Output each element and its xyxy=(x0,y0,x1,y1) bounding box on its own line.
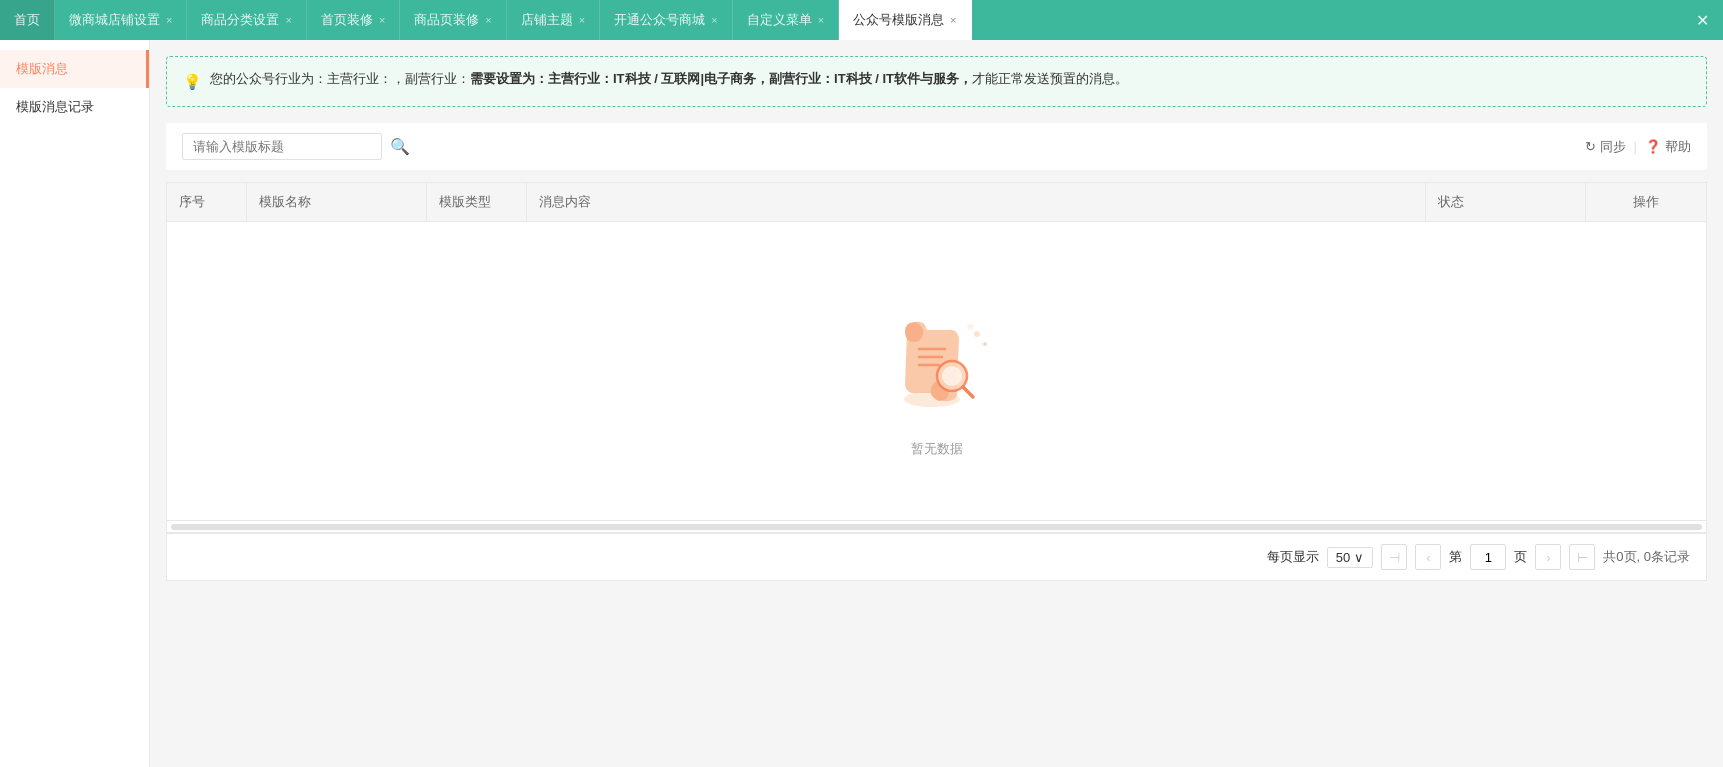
nav-tab-theme[interactable]: 店铺主题 × xyxy=(507,0,600,40)
table-header: 序号 模版名称 模版类型 消息内容 状态 操作 xyxy=(166,182,1707,221)
nav-tab-label: 开通公众号商城 xyxy=(614,11,705,29)
notice-box: 💡 您的公众号行业为：主营行业：，副营行业：需要设置为：主营行业：IT科技 / … xyxy=(166,56,1707,107)
nav-tab-label: 商品分类设置 xyxy=(201,11,279,29)
pagination: 每页显示 50 ∨ ⊣ ‹ 第 页 › ⊢ 共0页, 0条记录 xyxy=(166,533,1707,581)
nav-tab-close-homepage[interactable]: × xyxy=(379,15,385,26)
sync-icon: ↻ xyxy=(1585,139,1596,154)
page-label-post: 页 xyxy=(1514,548,1527,566)
nav-tab-close-theme[interactable]: × xyxy=(579,15,585,26)
help-icon: ❓ xyxy=(1645,139,1661,154)
search-left: 🔍 xyxy=(182,133,410,160)
nav-tab-close-custommenu[interactable]: × xyxy=(818,15,824,26)
top-nav: 首页微商城店铺设置×商品分类设置×首页装修×商品页装修×店铺主题×开通公众号商城… xyxy=(0,0,1723,40)
search-input[interactable] xyxy=(182,133,382,160)
search-button[interactable]: 🔍 xyxy=(390,137,410,156)
nav-tab-label: 自定义菜单 xyxy=(747,11,812,29)
sidebar: 模版消息模版消息记录 xyxy=(0,40,150,767)
nav-tab-close-product[interactable]: × xyxy=(485,15,491,26)
page-size-label: 每页显示 xyxy=(1267,548,1319,566)
search-right: ↻ 同步 | ❓ 帮助 xyxy=(1585,138,1691,156)
main-content: 💡 您的公众号行业为：主营行业：，副营行业：需要设置为：主营行业：IT科技 / … xyxy=(150,40,1723,767)
nav-tab-label: 公众号模版消息 xyxy=(853,11,944,29)
nav-tab-weishop[interactable]: 微商城店铺设置 × xyxy=(55,0,187,40)
notice-text: 您的公众号行业为：主营行业：，副营行业：需要设置为：主营行业：IT科技 / 互联… xyxy=(210,69,1128,90)
search-bar: 🔍 ↻ 同步 | ❓ 帮助 xyxy=(166,123,1707,170)
svg-point-8 xyxy=(983,342,987,346)
nav-tab-close-openstore[interactable]: × xyxy=(711,15,717,26)
col-type: 模版类型 xyxy=(427,183,527,221)
total-info: 共0页, 0条记录 xyxy=(1603,548,1690,566)
col-content: 消息内容 xyxy=(527,183,1426,221)
nav-tab-label: 微商城店铺设置 xyxy=(69,11,160,29)
col-action: 操作 xyxy=(1586,183,1706,221)
sidebar-item-template-msg[interactable]: 模版消息 xyxy=(0,50,149,88)
col-name: 模版名称 xyxy=(247,183,427,221)
page-input[interactable] xyxy=(1470,544,1506,570)
nav-tab-label: 店铺主题 xyxy=(521,11,573,29)
page-label-pre: 第 xyxy=(1449,548,1462,566)
nav-tab-label: 商品页装修 xyxy=(414,11,479,29)
nav-tab-template[interactable]: 公众号模版消息 × xyxy=(839,0,971,40)
scrollbar-area[interactable] xyxy=(166,521,1707,533)
nav-tab-label: 首页 xyxy=(14,11,40,29)
table-body: 暂无数据 xyxy=(166,221,1707,521)
nav-tab-custommenu[interactable]: 自定义菜单 × xyxy=(733,0,839,40)
empty-state: 暂无数据 xyxy=(877,244,997,498)
nav-tab-close-template[interactable]: × xyxy=(950,15,956,26)
nav-tab-openstore[interactable]: 开通公众号商城 × xyxy=(600,0,732,40)
nav-tab-home[interactable]: 首页 xyxy=(0,0,55,40)
sync-button[interactable]: ↻ 同步 xyxy=(1585,138,1626,156)
chevron-down-icon: ∨ xyxy=(1354,550,1364,565)
svg-line-6 xyxy=(963,387,973,397)
help-button[interactable]: ❓ 帮助 xyxy=(1645,138,1691,156)
close-all-button[interactable]: ✕ xyxy=(1682,11,1723,30)
col-seq: 序号 xyxy=(167,183,247,221)
bulb-icon: 💡 xyxy=(183,70,202,94)
sidebar-item-template-record[interactable]: 模版消息记录 xyxy=(0,88,149,126)
svg-point-5 xyxy=(942,366,962,386)
nav-tab-product[interactable]: 商品页装修 × xyxy=(400,0,506,40)
nav-tab-category[interactable]: 商品分类设置 × xyxy=(187,0,306,40)
table-container: 序号 模版名称 模版类型 消息内容 状态 操作 xyxy=(166,182,1707,581)
page-first-button[interactable]: ⊣ xyxy=(1381,544,1407,570)
svg-point-7 xyxy=(974,331,980,337)
nav-tab-homepage[interactable]: 首页装修 × xyxy=(307,0,400,40)
page-prev-button[interactable]: ‹ xyxy=(1415,544,1441,570)
nav-tab-close-weishop[interactable]: × xyxy=(166,15,172,26)
main-layout: 模版消息模版消息记录 💡 您的公众号行业为：主营行业：，副营行业：需要设置为：主… xyxy=(0,40,1723,767)
page-next-button[interactable]: › xyxy=(1535,544,1561,570)
divider: | xyxy=(1634,139,1637,154)
empty-illustration xyxy=(877,304,997,424)
nav-tab-close-category[interactable]: × xyxy=(285,15,291,26)
page-size-select[interactable]: 50 ∨ xyxy=(1327,547,1373,568)
scrollbar-track[interactable] xyxy=(171,524,1702,530)
empty-text: 暂无数据 xyxy=(911,440,963,458)
page-last-button[interactable]: ⊢ xyxy=(1569,544,1595,570)
col-status: 状态 xyxy=(1426,183,1586,221)
nav-tab-label: 首页装修 xyxy=(321,11,373,29)
